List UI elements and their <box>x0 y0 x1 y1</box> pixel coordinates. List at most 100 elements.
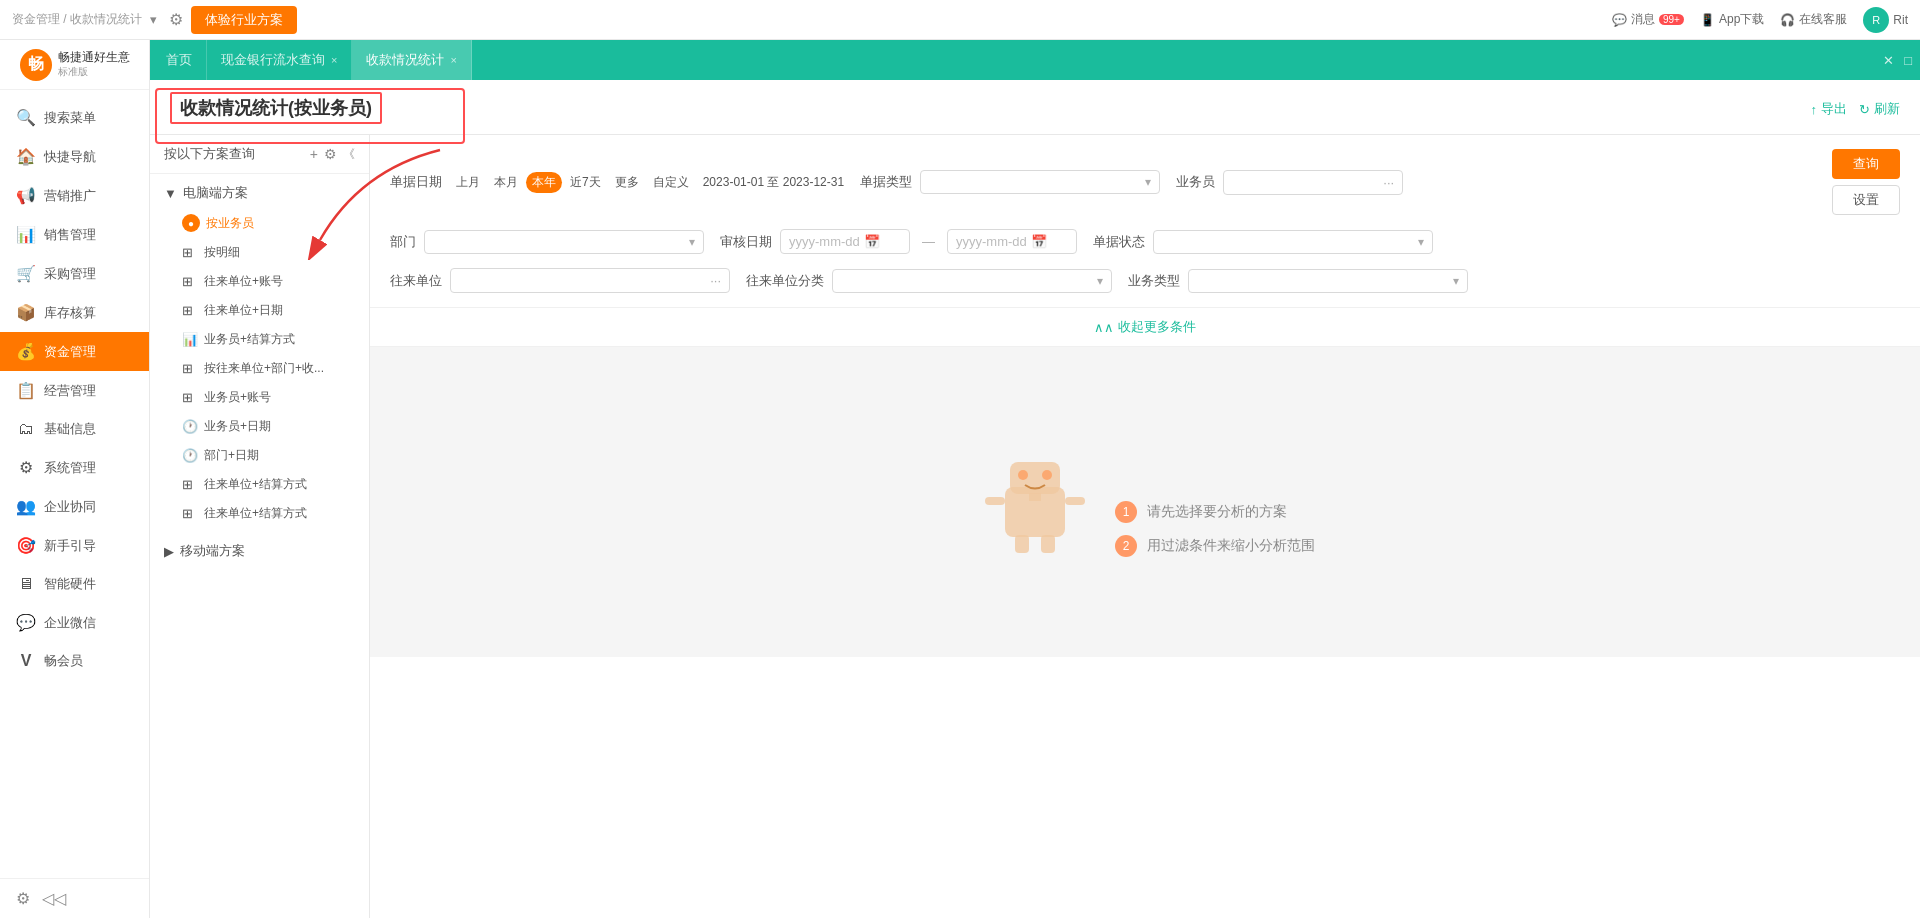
unit-dept-icon: ⊞ <box>182 361 198 376</box>
dept-label: 部门 <box>390 233 416 251</box>
customer-more-dots[interactable]: ··· <box>710 273 721 288</box>
tree-item[interactable]: ⊞ 业务员+账号 <box>150 383 369 412</box>
refresh-button[interactable]: ↻ 刷新 <box>1859 100 1900 118</box>
tree-item[interactable]: ⊞ 按明细 <box>150 238 369 267</box>
tree-item[interactable]: 📊 业务员+结算方式 <box>150 325 369 354</box>
doctype-select[interactable]: ▾ <box>920 170 1160 194</box>
customer-select[interactable]: ··· <box>450 268 730 293</box>
dept-caret: ▾ <box>689 235 695 249</box>
step-1-num: 1 <box>1115 501 1137 523</box>
tab-collection-stats-close[interactable]: × <box>450 54 456 66</box>
biz-type-caret: ▾ <box>1453 274 1459 288</box>
window-maximize-icon[interactable]: □ <box>1904 53 1912 68</box>
setting-button[interactable]: 设置 <box>1832 185 1900 215</box>
tree-item[interactable]: ⊞ 往来单位+账号 <box>150 267 369 296</box>
customer-label: 往来单位 <box>390 272 442 290</box>
sidebar-nav: 🔍 搜索菜单 🏠 快捷导航 📢 营销推广 📊 销售管理 🛒 采购管 <box>0 90 149 878</box>
tree-item[interactable]: ⊞ 往来单位+结算方式 <box>150 499 369 528</box>
sidebar-item-purchase[interactable]: 🛒 采购管理 <box>0 254 149 293</box>
step-1-text: 请先选择要分析的方案 <box>1147 503 1287 521</box>
sidebar-item-label: 经营管理 <box>44 382 96 400</box>
scheme-settings-icon[interactable]: ⚙ <box>324 146 337 162</box>
sidebar-item-label: 资金管理 <box>44 343 96 361</box>
top-bar-right: 💬 消息 99+ 📱 App下载 🎧 在线客服 R Rit <box>1612 7 1908 33</box>
add-scheme-icon[interactable]: + <box>310 146 318 162</box>
sidebar-item-wechat[interactable]: 💬 企业微信 <box>0 603 149 642</box>
collapse-panel-icon[interactable]: 《 <box>343 146 355 163</box>
sidebar-item-inventory[interactable]: 📦 库存核算 <box>0 293 149 332</box>
dept-select[interactable]: ▾ <box>424 230 704 254</box>
date-tab-more[interactable]: 更多 <box>609 172 645 193</box>
sidebar-item-sales[interactable]: 📊 销售管理 <box>0 215 149 254</box>
collapse-bar[interactable]: ∧∧ 收起更多条件 <box>370 308 1920 347</box>
sidebar-item-nav[interactable]: 🏠 快捷导航 <box>0 137 149 176</box>
date-tab-custom[interactable]: 自定义 <box>647 172 695 193</box>
more-dots[interactable]: ··· <box>1383 175 1394 190</box>
date-range-text: 2023-01-01 至 2023-12-31 <box>703 174 844 191</box>
doc-status-select[interactable]: ▾ <box>1153 230 1433 254</box>
panel-header-label: 按以下方案查询 <box>164 145 255 163</box>
svg-rect-4 <box>985 497 1005 505</box>
biz-type-select[interactable]: ▾ <box>1188 269 1468 293</box>
logo-icon: 畅 <box>20 49 52 81</box>
right-panel: 单据日期 上月 本月 本年 近7天 更多 自定义 <box>370 135 1920 918</box>
customer-category-select[interactable]: ▾ <box>832 269 1112 293</box>
sidebar-item-label: 新手引导 <box>44 537 96 555</box>
date-tab-lastmonth[interactable]: 上月 <box>450 172 486 193</box>
window-close-icon[interactable]: ✕ <box>1883 53 1894 68</box>
sidebar-item-base[interactable]: 🗂 基础信息 <box>0 410 149 448</box>
mobile-scheme-header[interactable]: ▶ 移动端方案 <box>150 536 369 566</box>
date-tab-thismonth[interactable]: 本月 <box>488 172 524 193</box>
tree-item-label: 业务员+账号 <box>204 389 271 406</box>
date-tab-thisyear[interactable]: 本年 <box>526 172 562 193</box>
trial-button[interactable]: 体验行业方案 <box>191 6 297 34</box>
sidebar-item-collab[interactable]: 👥 企业协同 <box>0 487 149 526</box>
sidebar-item-system[interactable]: ⚙ 系统管理 <box>0 448 149 487</box>
customer-category-caret: ▾ <box>1097 274 1103 288</box>
tab-collection-stats[interactable]: 收款情况统计 × <box>352 40 471 80</box>
audit-date-end[interactable]: yyyy-mm-dd 📅 <box>947 229 1077 254</box>
query-button[interactable]: 查询 <box>1832 149 1900 179</box>
chevron-down-icon[interactable]: ▾ <box>150 12 157 27</box>
audit-date-end-placeholder: yyyy-mm-dd <box>956 234 1027 249</box>
export-button[interactable]: ↑ 导出 <box>1811 100 1848 118</box>
user-avatar[interactable]: R Rit <box>1863 7 1908 33</box>
sidebar-item-label: 搜索菜单 <box>44 109 96 127</box>
settings-bottom-icon[interactable]: ⚙ <box>16 889 30 908</box>
tree-item[interactable]: ⊞ 往来单位+日期 <box>150 296 369 325</box>
sidebar-item-search[interactable]: 🔍 搜索菜单 <box>0 98 149 137</box>
collapse-sidebar-icon[interactable]: ◁◁ <box>42 889 66 908</box>
hardware-icon: 🖥 <box>16 575 36 593</box>
tree-item-active[interactable]: ● 按业务员 <box>150 208 369 238</box>
empty-state-area: 1 请先选择要分析的方案 2 用过滤条件来缩小分析范围 <box>370 347 1920 657</box>
calendar-icon: 📅 <box>864 234 880 249</box>
tab-bank-flow[interactable]: 现金银行流水查询 × <box>207 40 352 80</box>
tree-item[interactable]: 🕐 业务员+日期 <box>150 412 369 441</box>
desktop-scheme-header[interactable]: ▼ 电脑端方案 <box>150 178 369 208</box>
sidebar-item-label: 库存核算 <box>44 304 96 322</box>
sales-date-icon: 🕐 <box>182 419 198 434</box>
tree-item[interactable]: 🕐 部门+日期 <box>150 441 369 470</box>
salesperson-select[interactable]: ··· <box>1223 170 1403 195</box>
tab-bank-flow-close[interactable]: × <box>331 54 337 66</box>
sidebar-item-marketing[interactable]: 📢 营销推广 <box>0 176 149 215</box>
online-service-button[interactable]: 🎧 在线客服 <box>1780 11 1847 28</box>
tree-item[interactable]: ⊞ 按往来单位+部门+收... <box>150 354 369 383</box>
sidebar-item-member[interactable]: V 畅会员 <box>0 642 149 680</box>
tree-item-label: 按往来单位+部门+收... <box>204 360 324 377</box>
sidebar-item-guide[interactable]: 🎯 新手引导 <box>0 526 149 565</box>
tree-item[interactable]: ⊞ 往来单位+结算方式 <box>150 470 369 499</box>
app-download-button[interactable]: 📱 App下载 <box>1700 11 1764 28</box>
messages-button[interactable]: 💬 消息 99+ <box>1612 11 1684 28</box>
sidebar-item-operation[interactable]: 📋 经营管理 <box>0 371 149 410</box>
wechat-icon: 💬 <box>16 613 36 632</box>
sidebar-item-finance[interactable]: 💰 资金管理 <box>0 332 149 371</box>
inventory-icon: 📦 <box>16 303 36 322</box>
date-tab-7days[interactable]: 近7天 <box>564 172 607 193</box>
customer-category-filter: 往来单位分类 ▾ <box>746 269 1112 293</box>
sidebar-item-hardware[interactable]: 🖥 智能硬件 <box>0 565 149 603</box>
gear-icon[interactable]: ⚙ <box>169 10 183 29</box>
audit-date-start[interactable]: yyyy-mm-dd 📅 <box>780 229 910 254</box>
tab-home[interactable]: 首页 <box>158 40 207 80</box>
finance-icon: 💰 <box>16 342 36 361</box>
